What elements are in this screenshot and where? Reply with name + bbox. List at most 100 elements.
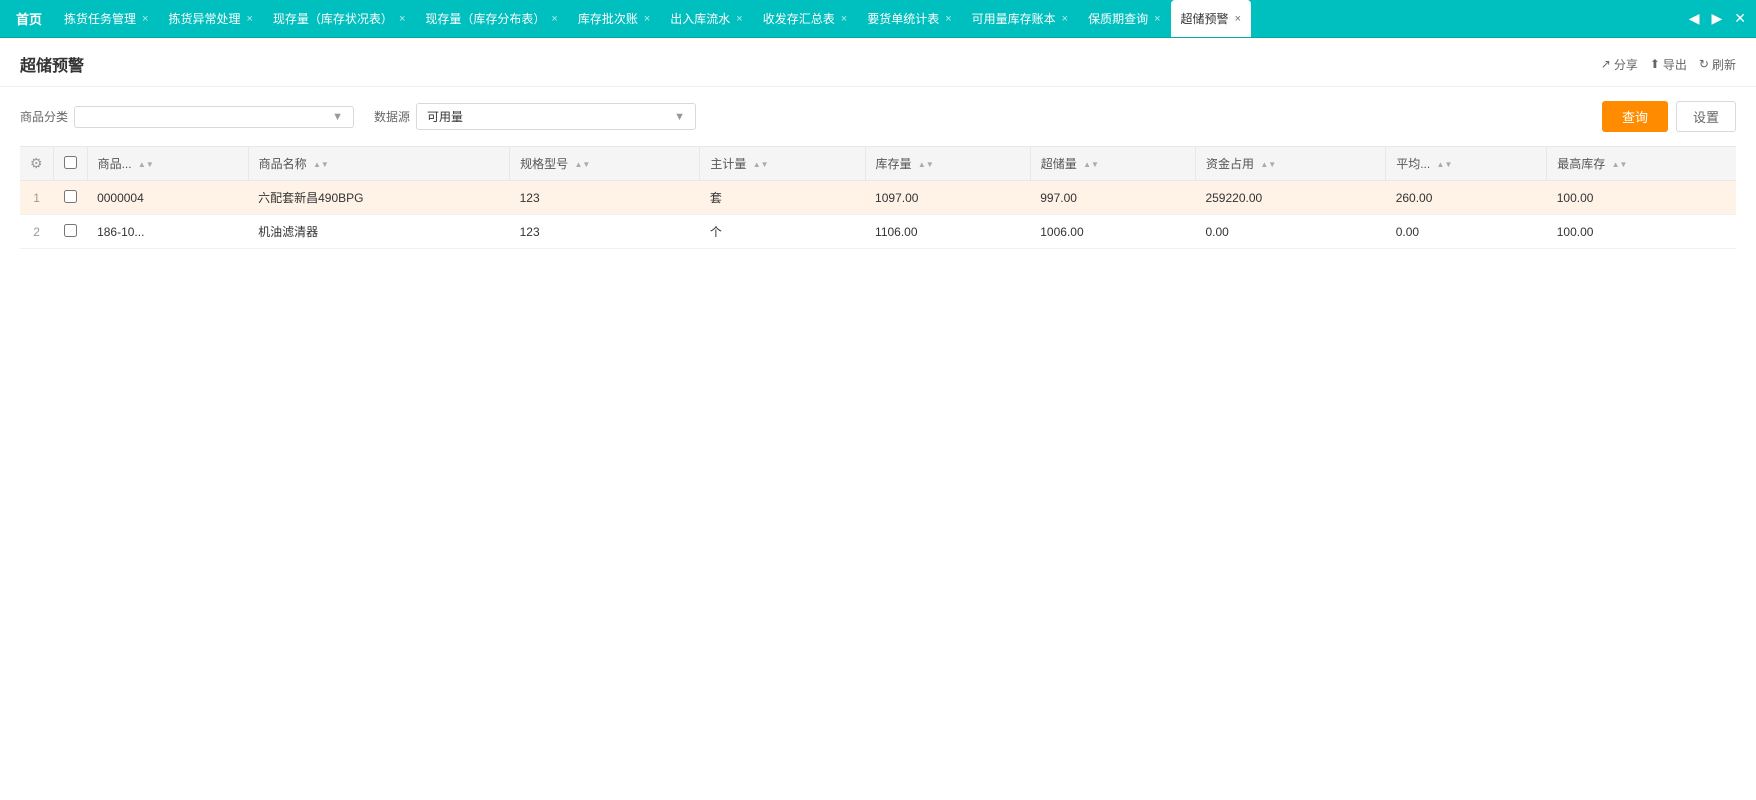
- row-settings-cell: 2: [20, 215, 53, 249]
- row-checkbox[interactable]: [64, 190, 77, 203]
- table-row: 1 0000004 六配套新昌490BPG 123 套 1097.00 997.…: [20, 181, 1736, 215]
- row-spec: 123: [510, 181, 700, 215]
- tab-order-stats[interactable]: 要货单统计表 ×: [857, 0, 961, 37]
- tab-pick-exception[interactable]: 拣货异常处理 ×: [158, 0, 262, 37]
- category-select[interactable]: ▼: [74, 106, 354, 128]
- tab-stock-status[interactable]: 现存量（库存状况表） ×: [263, 0, 415, 37]
- tab-summary[interactable]: 收发存汇总表 ×: [753, 0, 857, 37]
- close-icon[interactable]: ×: [1154, 13, 1160, 25]
- sort-icon: ▲▼: [1612, 161, 1628, 169]
- export-icon: ⬆: [1650, 57, 1660, 71]
- close-icon[interactable]: ×: [736, 13, 742, 25]
- col-name[interactable]: 商品名称 ▲▼: [248, 147, 510, 181]
- export-button[interactable]: ⬆ 导出: [1650, 56, 1687, 73]
- datasource-select[interactable]: 可用量 ▼: [416, 103, 696, 130]
- col-spec[interactable]: 规格型号 ▲▼: [510, 147, 700, 181]
- row-number: 1: [33, 191, 40, 205]
- row-unit: 个: [700, 215, 865, 249]
- row-checkbox-cell: [53, 215, 87, 249]
- row-checkbox-cell: [53, 181, 87, 215]
- row-settings-cell: 1: [20, 181, 53, 215]
- refresh-icon: ↻: [1699, 57, 1709, 71]
- col-checkbox: [53, 147, 87, 181]
- row-capital: 0.00: [1195, 215, 1385, 249]
- page-actions: ↗ 分享 ⬆ 导出 ↻ 刷新: [1601, 56, 1736, 73]
- sort-icon: ▲▼: [313, 161, 329, 169]
- close-icon[interactable]: ×: [945, 13, 951, 25]
- topbar: 首页 拣货任务管理 × 拣货异常处理 × 现存量（库存状况表） × 现存量（库存…: [0, 0, 1756, 38]
- nav-arrows: ◀ ▶ ✕: [1683, 10, 1752, 27]
- row-avg: 0.00: [1386, 215, 1547, 249]
- close-icon[interactable]: ×: [644, 13, 650, 25]
- page-title: 超储预警: [20, 52, 84, 76]
- chevron-down-icon: ▼: [332, 111, 343, 123]
- col-over[interactable]: 超储量 ▲▼: [1030, 147, 1195, 181]
- row-number: 2: [33, 225, 40, 239]
- category-filter: 商品分类 ▼: [20, 106, 354, 128]
- chevron-down-icon: ▼: [674, 111, 685, 123]
- row-max: 100.00: [1547, 181, 1736, 215]
- tab-inout-flow[interactable]: 出入库流水 ×: [660, 0, 752, 37]
- row-max: 100.00: [1547, 215, 1736, 249]
- col-max[interactable]: 最高库存 ▲▼: [1547, 147, 1736, 181]
- filter-buttons: 查询 设置: [1602, 101, 1736, 132]
- share-button[interactable]: ↗ 分享: [1601, 56, 1638, 73]
- sort-icon: ▲▼: [1260, 161, 1276, 169]
- row-stock: 1097.00: [865, 181, 1030, 215]
- close-icon[interactable]: ×: [841, 13, 847, 25]
- row-avg: 260.00: [1386, 181, 1547, 215]
- table-container: ⚙ 商品... ▲▼ 商品名称 ▲▼ 规格型号 ▲▼: [0, 146, 1756, 249]
- table-header-row: ⚙ 商品... ▲▼ 商品名称 ▲▼ 规格型号 ▲▼: [20, 147, 1736, 181]
- home-tab[interactable]: 首页: [4, 9, 54, 28]
- tab-batch-account[interactable]: 库存批次账 ×: [568, 0, 660, 37]
- tab-stock-dist[interactable]: 现存量（库存分布表） ×: [415, 0, 567, 37]
- table-row: 2 186-10... 机油滤清器 123 个 1106.00 1006.00 …: [20, 215, 1736, 249]
- nav-next-icon[interactable]: ▶: [1705, 10, 1728, 27]
- gear-icon[interactable]: ⚙: [30, 155, 43, 171]
- page-header: 超储预警 ↗ 分享 ⬆ 导出 ↻ 刷新: [0, 38, 1756, 87]
- share-icon: ↗: [1601, 57, 1611, 71]
- row-stock: 1106.00: [865, 215, 1030, 249]
- nav-prev-icon[interactable]: ◀: [1683, 10, 1706, 27]
- tab-overstock[interactable]: 超储预警 ×: [1171, 0, 1251, 37]
- category-label: 商品分类: [20, 108, 68, 125]
- sort-icon: ▲▼: [753, 161, 769, 169]
- row-code: 0000004: [87, 181, 248, 215]
- row-checkbox[interactable]: [64, 224, 77, 237]
- close-icon[interactable]: ×: [1062, 13, 1068, 25]
- sort-icon: ▲▼: [1437, 161, 1453, 169]
- tab-pick-task[interactable]: 拣货任务管理 ×: [54, 0, 158, 37]
- datasource-label: 数据源: [374, 108, 410, 125]
- filter-bar: 商品分类 ▼ 数据源 可用量 ▼ 查询 设置: [0, 87, 1756, 146]
- close-icon[interactable]: ×: [399, 13, 405, 25]
- tab-available-book[interactable]: 可用量库存账本 ×: [962, 0, 1078, 37]
- close-icon[interactable]: ×: [1235, 13, 1241, 25]
- refresh-button[interactable]: ↻ 刷新: [1699, 56, 1736, 73]
- datasource-value: 可用量: [427, 108, 463, 125]
- col-settings: ⚙: [20, 147, 53, 181]
- row-code: 186-10...: [87, 215, 248, 249]
- col-avg[interactable]: 平均... ▲▼: [1386, 147, 1547, 181]
- row-name: 六配套新昌490BPG: [248, 181, 510, 215]
- sort-icon: ▲▼: [574, 161, 590, 169]
- nav-close-icon[interactable]: ✕: [1728, 10, 1752, 27]
- col-unit[interactable]: 主计量 ▲▼: [700, 147, 865, 181]
- col-capital[interactable]: 资金占用 ▲▼: [1195, 147, 1385, 181]
- sort-icon: ▲▼: [1083, 161, 1099, 169]
- close-icon[interactable]: ×: [551, 13, 557, 25]
- close-icon[interactable]: ×: [142, 13, 148, 25]
- col-stock[interactable]: 库存量 ▲▼: [865, 147, 1030, 181]
- page-content: 超储预警 ↗ 分享 ⬆ 导出 ↻ 刷新 商品分类 ▼ 数据源: [0, 38, 1756, 800]
- row-over: 1006.00: [1030, 215, 1195, 249]
- tab-shelf-life[interactable]: 保质期查询 ×: [1078, 0, 1170, 37]
- data-table: ⚙ 商品... ▲▼ 商品名称 ▲▼ 规格型号 ▲▼: [20, 146, 1736, 249]
- query-button[interactable]: 查询: [1602, 101, 1668, 132]
- row-spec: 123: [510, 215, 700, 249]
- settings-button[interactable]: 设置: [1676, 101, 1736, 132]
- close-icon[interactable]: ×: [246, 13, 252, 25]
- col-code[interactable]: 商品... ▲▼: [87, 147, 248, 181]
- row-capital: 259220.00: [1195, 181, 1385, 215]
- sort-icon: ▲▼: [138, 161, 154, 169]
- row-unit: 套: [700, 181, 865, 215]
- select-all-checkbox[interactable]: [64, 156, 77, 169]
